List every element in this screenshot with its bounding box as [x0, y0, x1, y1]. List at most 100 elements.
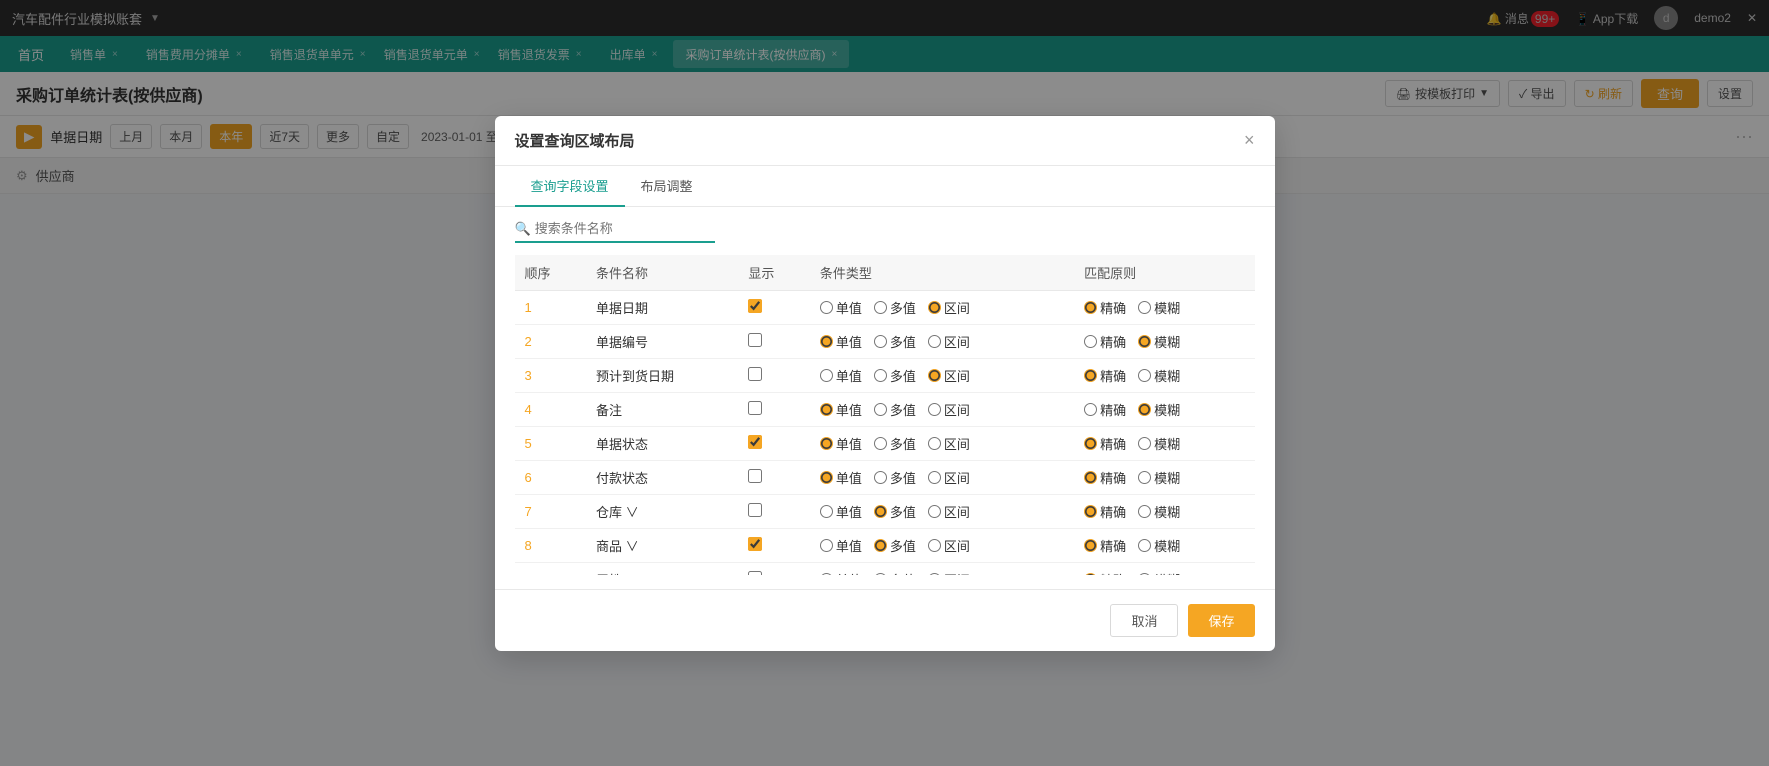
cancel-btn[interactable]: 取消	[1110, 604, 1178, 637]
row-show[interactable]	[738, 460, 810, 494]
radio-range[interactable]: 区间	[928, 468, 970, 487]
radio-range[interactable]: 区间	[928, 366, 970, 385]
radio-match-fuzzy[interactable]: 模糊	[1138, 434, 1180, 453]
row-name: 预计到货日期	[586, 358, 738, 392]
show-checkbox[interactable]	[748, 537, 762, 551]
show-checkbox[interactable]	[748, 299, 762, 313]
radio-single[interactable]: 单值	[820, 434, 862, 453]
col-header-show: 显示	[738, 255, 810, 291]
radio-match-exact[interactable]: 精确	[1084, 298, 1126, 317]
radio-range[interactable]: 区间	[928, 434, 970, 453]
radio-multi[interactable]: 多值	[874, 366, 916, 385]
row-show[interactable]	[738, 392, 810, 426]
show-checkbox[interactable]	[748, 333, 762, 347]
row-show[interactable]	[738, 562, 810, 575]
radio-match-fuzzy[interactable]: 模糊	[1138, 468, 1180, 487]
radio-match-exact[interactable]: 精确	[1084, 434, 1126, 453]
row-show[interactable]	[738, 324, 810, 358]
row-show[interactable]	[738, 528, 810, 562]
radio-match-exact[interactable]: 精确	[1084, 570, 1126, 575]
radio-single[interactable]: 单值	[820, 536, 862, 555]
radio-match-exact[interactable]: 精确	[1084, 332, 1126, 351]
table-row: 3预计到货日期 单值多值区间 精确模糊	[515, 358, 1255, 392]
radio-match-fuzzy[interactable]: 模糊	[1138, 332, 1180, 351]
row-condition-type: 单值多值区间	[810, 324, 1074, 358]
dialog-footer: 取消 保存	[495, 589, 1275, 651]
row-match-rule: 精确模糊	[1074, 460, 1254, 494]
radio-range[interactable]: 区间	[928, 332, 970, 351]
radio-match-fuzzy[interactable]: 模糊	[1138, 298, 1180, 317]
modal-overlay: 设置查询区域布局 × 查询字段设置 布局调整 🔍 顺序 条件名称	[0, 0, 1769, 766]
row-order: 5	[515, 426, 587, 460]
row-name: 付款状态	[586, 460, 738, 494]
row-name: 单据编号	[586, 324, 738, 358]
radio-single[interactable]: 单值	[820, 366, 862, 385]
row-name: 属性 ∨	[586, 562, 738, 575]
radio-multi[interactable]: 多值	[874, 570, 916, 575]
radio-multi[interactable]: 多值	[874, 400, 916, 419]
row-order: 9	[515, 562, 587, 575]
radio-multi[interactable]: 多值	[874, 468, 916, 487]
table-row: 9属性 ∨ 单值 多值 区间 精确 模糊	[515, 562, 1255, 575]
show-checkbox[interactable]	[748, 401, 762, 415]
radio-match-exact[interactable]: 精确	[1084, 400, 1126, 419]
col-header-match: 匹配原则	[1074, 255, 1254, 291]
radio-single[interactable]: 单值	[820, 468, 862, 487]
radio-match-exact[interactable]: 精确	[1084, 502, 1126, 521]
row-match-rule: 精确模糊	[1074, 324, 1254, 358]
row-condition-type: 单值多值区间	[810, 290, 1074, 324]
search-input[interactable]	[535, 221, 695, 236]
radio-single[interactable]: 单值	[820, 400, 862, 419]
row-match-rule: 精确模糊	[1074, 358, 1254, 392]
radio-match-exact[interactable]: 精确	[1084, 536, 1126, 555]
show-checkbox[interactable]	[748, 435, 762, 449]
tab-query-fields[interactable]: 查询字段设置	[515, 166, 625, 207]
radio-multi[interactable]: 多值	[874, 502, 916, 521]
fields-table: 顺序 条件名称 显示 条件类型 匹配原则 1单据日期单值多值区间精确模糊2单据编…	[515, 255, 1255, 575]
table-row: 4备注单值多值区间精确模糊	[515, 392, 1255, 426]
radio-match-exact[interactable]: 精确	[1084, 468, 1126, 487]
radio-single[interactable]: 单值	[820, 570, 862, 575]
radio-single[interactable]: 单值	[820, 332, 862, 351]
radio-multi[interactable]: 多值	[874, 332, 916, 351]
row-show[interactable]	[738, 358, 810, 392]
row-show[interactable]	[738, 426, 810, 460]
radio-multi[interactable]: 多值	[874, 298, 916, 317]
radio-match-fuzzy[interactable]: 模糊	[1138, 400, 1180, 419]
row-condition-type: 单值多值区间	[810, 426, 1074, 460]
row-match-rule: 精确模糊	[1074, 426, 1254, 460]
dialog-header: 设置查询区域布局 ×	[495, 116, 1275, 166]
row-match-rule: 精确模糊	[1074, 290, 1254, 324]
row-order: 3	[515, 358, 587, 392]
show-checkbox[interactable]	[748, 367, 762, 381]
radio-range[interactable]: 区间	[928, 400, 970, 419]
show-checkbox[interactable]	[748, 503, 762, 517]
radio-range[interactable]: 区间	[928, 502, 970, 521]
radio-match-fuzzy[interactable]: 模糊	[1138, 536, 1180, 555]
row-match-rule: 精确模糊	[1074, 528, 1254, 562]
dialog-close-btn[interactable]: ×	[1244, 131, 1255, 149]
row-show[interactable]	[738, 290, 810, 324]
radio-match-exact[interactable]: 精确	[1084, 366, 1126, 385]
dialog-body: 🔍 顺序 条件名称 显示 条件类型 匹配原则	[495, 207, 1275, 589]
tab-layout-adjust[interactable]: 布局调整	[625, 166, 709, 207]
radio-single[interactable]: 单值	[820, 298, 862, 317]
radio-match-fuzzy[interactable]: 模糊	[1138, 502, 1180, 521]
fields-scroll-area[interactable]: 顺序 条件名称 显示 条件类型 匹配原则 1单据日期单值多值区间精确模糊2单据编…	[515, 255, 1255, 575]
save-btn[interactable]: 保存	[1188, 604, 1254, 637]
radio-range[interactable]: 区间	[928, 536, 970, 555]
table-row: 7仓库 ∨单值多值区间精确模糊	[515, 494, 1255, 528]
show-checkbox[interactable]	[748, 469, 762, 483]
radio-single[interactable]: 单值	[820, 502, 862, 521]
radio-match-fuzzy[interactable]: 模糊	[1138, 366, 1180, 385]
table-row: 5单据状态单值多值区间精确模糊	[515, 426, 1255, 460]
row-condition-type: 单值多值区间	[810, 528, 1074, 562]
radio-multi[interactable]: 多值	[874, 434, 916, 453]
radio-multi[interactable]: 多值	[874, 536, 916, 555]
show-checkbox[interactable]	[748, 571, 762, 575]
row-order: 1	[515, 290, 587, 324]
row-show[interactable]	[738, 494, 810, 528]
radio-range[interactable]: 区间	[928, 298, 970, 317]
radio-range[interactable]: 区间	[928, 570, 970, 575]
radio-match-fuzzy[interactable]: 模糊	[1138, 570, 1180, 575]
